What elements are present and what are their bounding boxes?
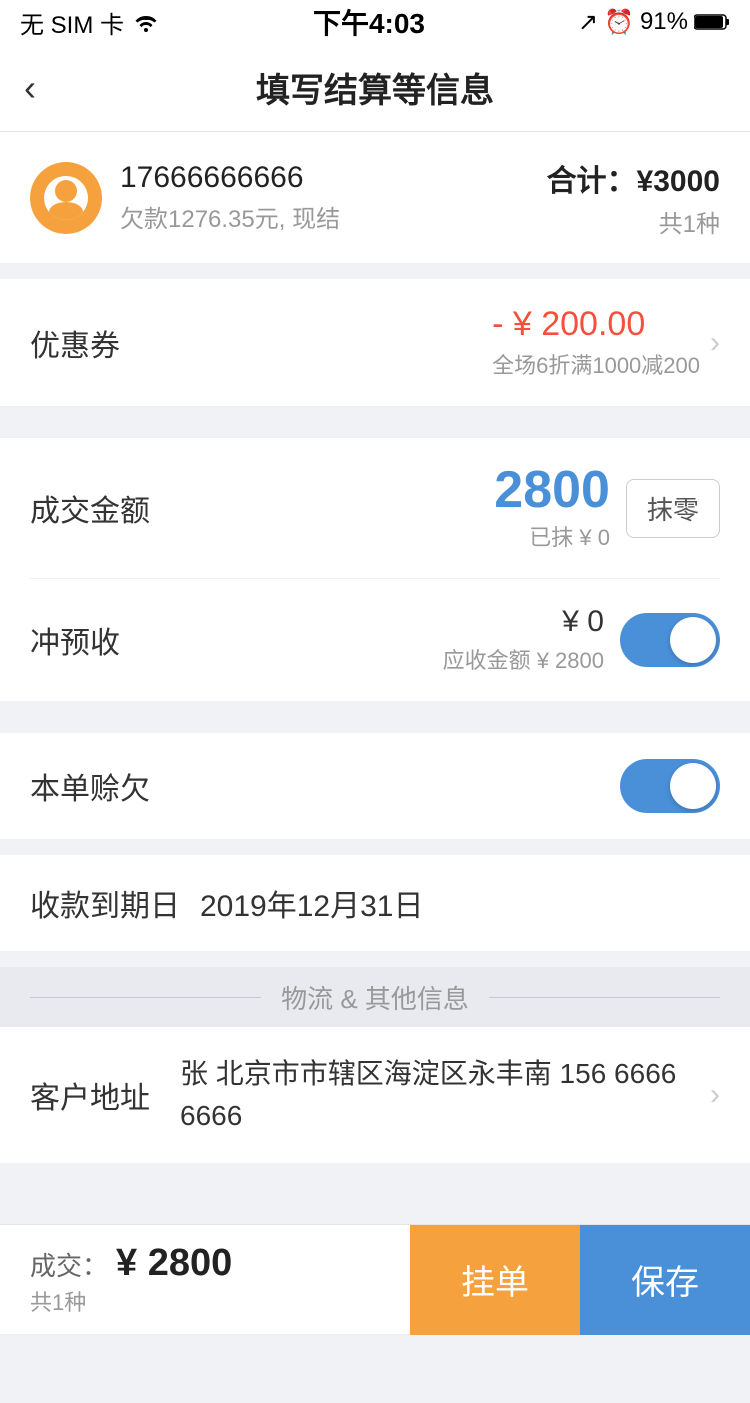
debt-toggle[interactable]: [620, 759, 720, 813]
nav-bar: ‹ 填写结算等信息: [0, 44, 750, 132]
avatar-icon: [44, 176, 88, 220]
bottom-info: 成交： ¥ 2800 共1种: [0, 1242, 410, 1317]
avatar-head: [55, 180, 77, 202]
address-label: 客户地址: [30, 1073, 150, 1117]
prereceive-amount: ¥ 0: [443, 605, 604, 639]
prereceive-right: ¥ 0 应收金额 ¥ 2800: [443, 605, 720, 675]
alarm-icon: ⏰: [604, 8, 634, 37]
location-icon: ↗: [578, 8, 598, 37]
toggle-knob: [670, 617, 716, 663]
customer-phone: 17666666666: [120, 161, 340, 195]
status-bar: 无 SIM 卡 下午4:03 ↗ ⏰ 91%: [0, 0, 750, 44]
coupon-row[interactable]: 优惠券 - ¥ 200.00 全场6折满1000减200 ›: [0, 279, 750, 406]
deal-amount-value-wrapper: 2800 已抹 ¥ 0: [494, 464, 610, 552]
separator-2: [0, 701, 750, 717]
coupon-right: - ¥ 200.00 全场6折满1000减200 ›: [492, 305, 720, 380]
total-count: 共1种: [547, 204, 720, 239]
divider-section: 物流 & 其他信息: [0, 967, 750, 1027]
prereceive-sub: 应收金额 ¥ 2800: [443, 643, 604, 675]
customer-info: 17666666666 欠款1276.35元, 现结: [120, 161, 340, 234]
deal-amount-right: 2800 已抹 ¥ 0 抹零: [494, 464, 720, 552]
duedate-section: 收款到期日 2019年12月31日: [0, 855, 750, 951]
debt-toggle-knob: [670, 763, 716, 809]
customer-left: 17666666666 欠款1276.35元, 现结: [30, 161, 340, 234]
page-title: 填写结算等信息: [256, 63, 494, 112]
sim-label: 无 SIM 卡: [20, 5, 124, 40]
prereceive-row: 冲预收 ¥ 0 应收金额 ¥ 2800: [30, 579, 720, 701]
back-button[interactable]: ‹: [24, 67, 36, 109]
coupon-desc: 全场6折满1000减200: [492, 348, 700, 380]
deal-amount-label: 成交金额: [30, 486, 150, 530]
wifi-icon: [132, 12, 160, 32]
bottom-bar: 成交： ¥ 2800 共1种 挂单 保存: [0, 1224, 750, 1334]
coupon-info: - ¥ 200.00 全场6折满1000减200: [492, 305, 700, 380]
prereceive-label: 冲预收: [30, 618, 120, 662]
content: 17666666666 欠款1276.35元, 现结 合计：¥3000 共1种 …: [0, 132, 750, 1403]
duedate-value: 2019年12月31日: [200, 881, 423, 925]
coupon-discount: - ¥ 200.00: [492, 305, 700, 344]
debt-row: 本单赊欠: [30, 733, 720, 839]
status-left: 无 SIM 卡: [20, 5, 160, 40]
debt-section: 本单赊欠: [0, 733, 750, 839]
customer-right: 合计：¥3000 共1种: [547, 156, 720, 239]
deal-amount-sub: 已抹 ¥ 0: [494, 520, 610, 552]
debt-right: [620, 759, 720, 813]
avatar-body: [49, 202, 83, 220]
customer-card: 17666666666 欠款1276.35元, 现结 合计：¥3000 共1种: [0, 132, 750, 263]
address-section[interactable]: 客户地址 张 北京市市辖区海淀区永丰南 156 6666 6666 ›: [0, 1027, 750, 1163]
avatar: [30, 162, 102, 234]
round-button[interactable]: 抹零: [626, 479, 720, 538]
debt-label: 本单赊欠: [30, 764, 150, 808]
deal-amount-row: 成交金额 2800 已抹 ¥ 0 抹零: [30, 438, 720, 579]
prereceive-toggle[interactable]: [620, 613, 720, 667]
bottom-deal-label: 成交：: [30, 1246, 108, 1283]
address-chevron-icon: ›: [710, 1078, 720, 1112]
customer-sub: 欠款1276.35元, 现结: [120, 199, 340, 234]
battery-icon: [694, 13, 730, 31]
bottom-amount: ¥ 2800: [116, 1242, 232, 1285]
divider-text: 物流 & 其他信息: [261, 979, 489, 1016]
battery-label: 91%: [640, 8, 688, 36]
bottom-count: 共1种: [30, 1285, 380, 1317]
coupon-chevron-icon: ›: [710, 326, 720, 360]
coupon-label: 优惠券: [30, 321, 120, 365]
hold-button[interactable]: 挂单: [410, 1225, 580, 1335]
separator-1: [0, 422, 750, 438]
deal-amount-value: 2800: [494, 464, 610, 516]
prereceive-amount-wrapper: ¥ 0 应收金额 ¥ 2800: [443, 605, 604, 675]
amount-section: 成交金额 2800 已抹 ¥ 0 抹零 冲预收 ¥ 0 应收金额 ¥ 2800: [0, 438, 750, 701]
total-amount: 合计：¥3000: [547, 156, 720, 200]
status-time: 下午4:03: [313, 2, 425, 42]
duedate-label: 收款到期日: [30, 881, 180, 925]
save-button[interactable]: 保存: [580, 1225, 750, 1335]
status-right: ↗ ⏰ 91%: [578, 8, 730, 37]
address-value: 张 北京市市辖区海淀区永丰南 156 6666 6666: [180, 1053, 710, 1137]
